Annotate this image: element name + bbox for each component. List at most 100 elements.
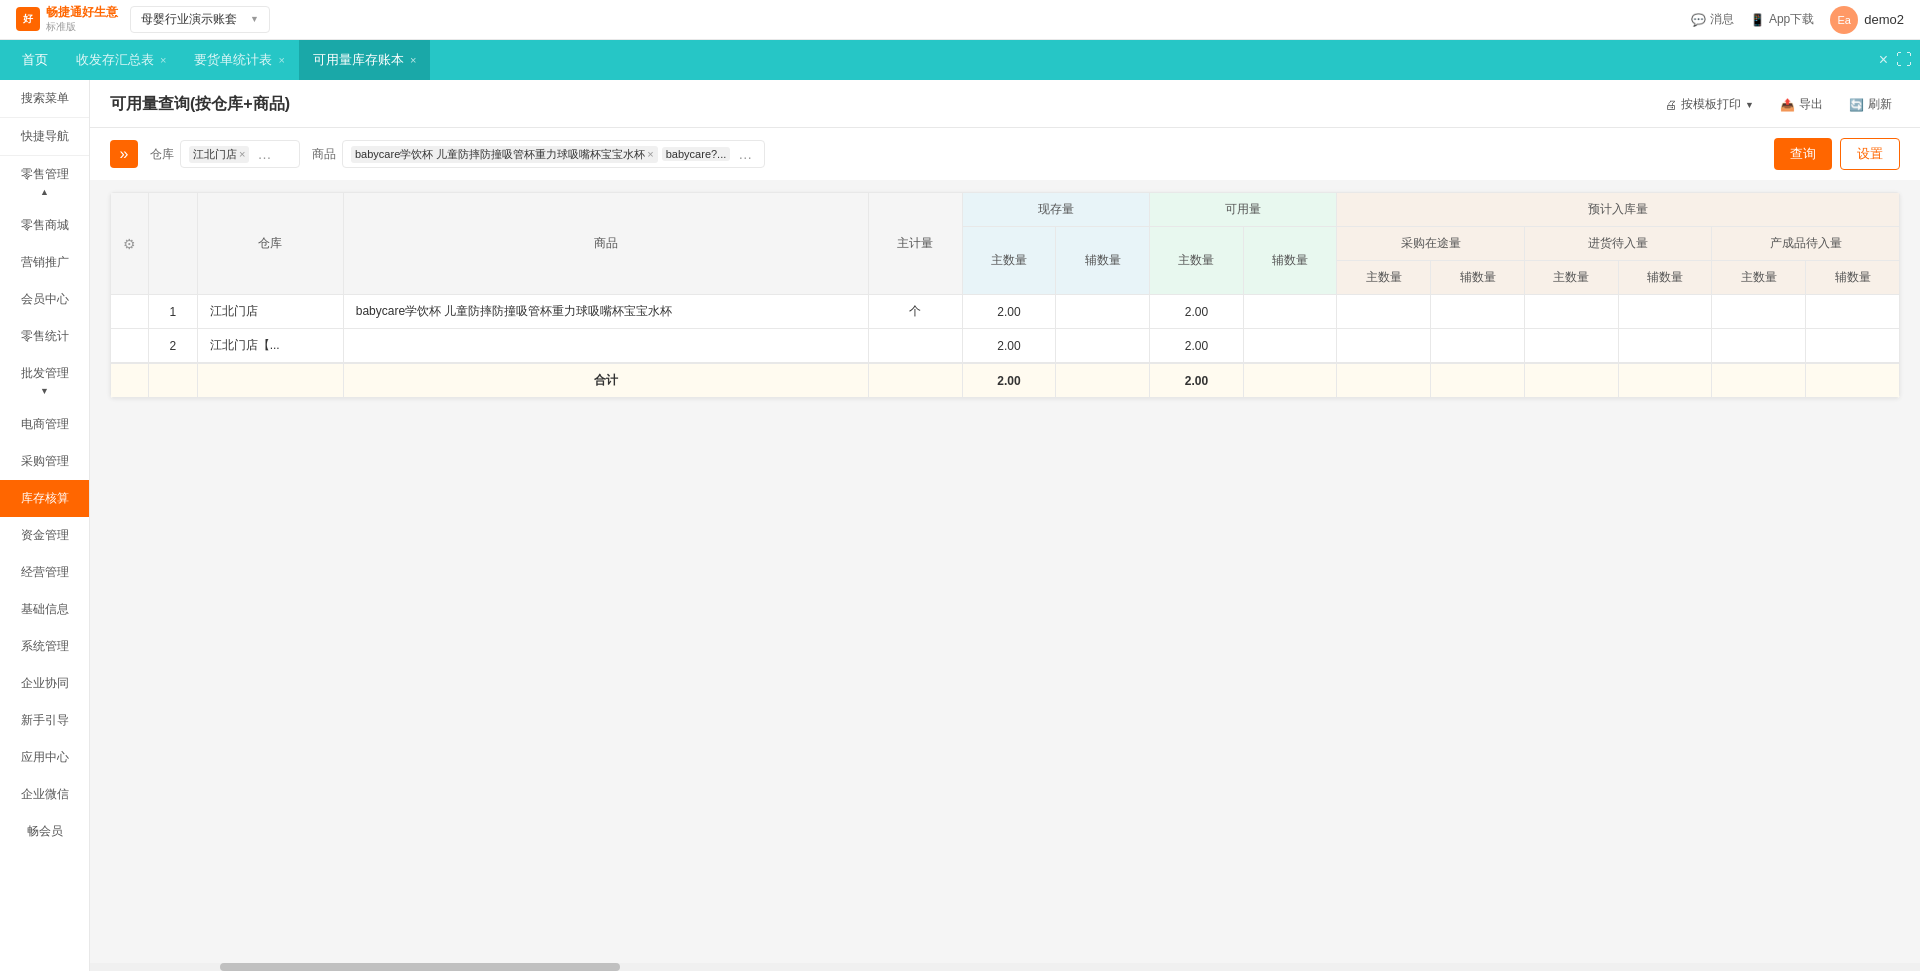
tab-home-label: 首页 <box>22 51 48 69</box>
inventory-label: 库存核算 <box>21 490 69 507</box>
finance-label: 资金管理 <box>21 527 69 544</box>
username: demo2 <box>1864 12 1904 27</box>
warehouse-filter-group: 仓库 江北门店 × … <box>150 140 300 168</box>
sidebar-item-wholesale-mgmt[interactable]: 批发管理 ▼ <box>0 355 89 406</box>
row-unit-cell <box>868 329 962 364</box>
warehouse-more-button[interactable]: … <box>253 146 275 162</box>
user-avatar-area[interactable]: Ea demo2 <box>1830 6 1904 34</box>
product-tag-1: babycare学饮杯 儿童防摔防撞吸管杯重力球吸嘴杯宝宝水杯 × <box>351 146 658 163</box>
nav-tabs-bar: 首页 收发存汇总表 × 要货单统计表 × 可用量库存账本 × × ⛶ <box>0 40 1920 80</box>
col-product-header: 商品 <box>343 193 868 295</box>
footer-unit-cell <box>868 363 962 398</box>
gear-icon[interactable]: ⚙ <box>123 236 136 252</box>
purchase-label: 采购管理 <box>21 453 69 470</box>
sidebar-item-corp-wechat[interactable]: 企业微信 <box>0 776 89 813</box>
sidebar-item-retail-mgmt[interactable]: 零售管理 ▲ <box>0 156 89 207</box>
sidebar-item-search-menu[interactable]: 搜索菜单 <box>0 80 89 118</box>
row-prod-main-cell <box>1712 295 1806 329</box>
app-download-button[interactable]: 📱 App下载 <box>1750 11 1814 28</box>
industry-label: 母婴行业演示账套 <box>141 11 237 28</box>
sidebar-item-app-center[interactable]: 应用中心 <box>0 739 89 776</box>
row-no-cell: 1 <box>149 295 198 329</box>
sidebar-item-system[interactable]: 系统管理 <box>0 628 89 665</box>
product-more-button[interactable]: … <box>734 146 756 162</box>
settings-button[interactable]: 设置 <box>1840 138 1900 170</box>
export-button[interactable]: 📤 导出 <box>1772 92 1831 117</box>
print-icon: 🖨 <box>1665 98 1677 112</box>
filter-expand-button[interactable]: » <box>110 140 138 168</box>
table-row: 1 江北门店 babycare学饮杯 儿童防摔防撞吸管杯重力球吸嘴杯宝宝水杯 个… <box>111 295 1900 329</box>
sidebar-item-member[interactable]: 会员中心 <box>0 281 89 318</box>
industry-select[interactable]: 母婴行业演示账套 ▼ <box>130 6 270 33</box>
sidebar-item-retail-mall[interactable]: 零售商城 <box>0 207 89 244</box>
sidebar-item-newbie[interactable]: 新手引导 <box>0 702 89 739</box>
warehouse-filter-input[interactable]: 江北门店 × … <box>180 140 300 168</box>
template-print-label: 按模板打印 <box>1681 96 1741 113</box>
horizontal-scrollbar[interactable] <box>90 963 1920 971</box>
tab-order[interactable]: 要货单统计表 × <box>180 40 298 80</box>
tab-close-all-button[interactable]: × <box>1879 51 1888 69</box>
sidebar-item-member2[interactable]: 畅会员 <box>0 813 89 850</box>
product-filter-input[interactable]: babycare学饮杯 儿童防摔防撞吸管杯重力球吸嘴杯宝宝水杯 × babyca… <box>342 140 765 168</box>
top-bar: 好 畅捷通好生意 标准版 母婴行业演示账套 ▼ 💬 消息 📱 App下载 Ea … <box>0 0 1920 40</box>
product-filter-label: 商品 <box>312 146 336 163</box>
retail-mall-label: 零售商城 <box>21 217 69 234</box>
query-button[interactable]: 查询 <box>1774 138 1832 170</box>
sidebar-item-enterprise[interactable]: 企业协同 <box>0 665 89 702</box>
refresh-button[interactable]: 🔄 刷新 <box>1841 92 1900 117</box>
tab-available-close[interactable]: × <box>410 54 416 66</box>
retail-stats-label: 零售统计 <box>21 328 69 345</box>
footer-no-cell <box>149 363 198 398</box>
tab-order-close[interactable]: × <box>278 54 284 66</box>
tab-order-label: 要货单统计表 <box>194 51 272 69</box>
nav-tabs-actions: × ⛶ <box>1879 51 1920 69</box>
tab-maximize-button[interactable]: ⛶ <box>1896 51 1912 69</box>
top-bar-right: 💬 消息 📱 App下载 Ea demo2 <box>1691 6 1904 34</box>
tab-receive[interactable]: 收发存汇总表 × <box>62 40 180 80</box>
row-stock-aux-cell <box>1056 295 1150 329</box>
newbie-label: 新手引导 <box>21 712 69 729</box>
sidebar-item-operations[interactable]: 经营管理 <box>0 554 89 591</box>
row-pt-main-cell <box>1337 329 1431 364</box>
export-icon: 📤 <box>1780 98 1795 112</box>
row-avail-aux-cell <box>1243 295 1337 329</box>
wholesale-mgmt-arrow: ▼ <box>40 386 49 396</box>
warehouse-tag-remove[interactable]: × <box>239 148 245 160</box>
sidebar-item-purchase[interactable]: 采购管理 <box>0 443 89 480</box>
sidebar-item-basic-info[interactable]: 基础信息 <box>0 591 89 628</box>
col-avail-aux-header: 辅数量 <box>1243 227 1337 295</box>
refresh-label: 刷新 <box>1868 96 1892 113</box>
sidebar-item-finance[interactable]: 资金管理 <box>0 517 89 554</box>
footer-pt-main-cell <box>1337 363 1431 398</box>
chat-button[interactable]: 💬 消息 <box>1691 11 1734 28</box>
product-tag-1-remove[interactable]: × <box>647 148 653 160</box>
filter-actions: 查询 设置 <box>1774 138 1900 170</box>
sidebar-item-inventory[interactable]: 库存核算 <box>0 480 89 517</box>
tab-receive-close[interactable]: × <box>160 54 166 66</box>
avatar: Ea <box>1830 6 1858 34</box>
row-settings-cell <box>111 295 149 329</box>
col-settings-header[interactable]: ⚙ <box>111 193 149 295</box>
tab-receive-label: 收发存汇总表 <box>76 51 154 69</box>
wholesale-mgmt-label: 批发管理 <box>21 365 69 382</box>
sidebar-item-ecommerce[interactable]: 电商管理 <box>0 406 89 443</box>
sidebar-item-quick-nav[interactable]: 快捷导航 <box>0 118 89 156</box>
tab-home[interactable]: 首页 <box>8 40 62 80</box>
filter-bar: » 仓库 江北门店 × … 商品 babycare学饮杯 儿童防摔防撞吸管杯重力… <box>90 128 1920 180</box>
tab-available[interactable]: 可用量库存账本 × <box>299 40 430 80</box>
sidebar-item-marketing[interactable]: 营销推广 <box>0 244 89 281</box>
scroll-thumb[interactable] <box>220 963 620 971</box>
row-warehouse-cell: 江北门店 <box>197 295 343 329</box>
template-print-button[interactable]: 🖨 按模板打印 ▼ <box>1657 92 1762 117</box>
product-filter-group: 商品 babycare学饮杯 儿童防摔防撞吸管杯重力球吸嘴杯宝宝水杯 × bab… <box>312 140 765 168</box>
export-label: 导出 <box>1799 96 1823 113</box>
col-production-header: 产成品待入量 <box>1712 227 1900 261</box>
col-incoming-aux-header: 辅数量 <box>1618 261 1712 295</box>
corp-wechat-label: 企业微信 <box>21 786 69 803</box>
col-warehouse-header: 仓库 <box>197 193 343 295</box>
col-main-unit-header: 主计量 <box>868 193 962 295</box>
row-prod-aux-cell <box>1806 329 1900 364</box>
row-product-cell <box>343 329 868 364</box>
sidebar-item-retail-stats[interactable]: 零售统计 <box>0 318 89 355</box>
app-icon: 📱 <box>1750 13 1765 27</box>
